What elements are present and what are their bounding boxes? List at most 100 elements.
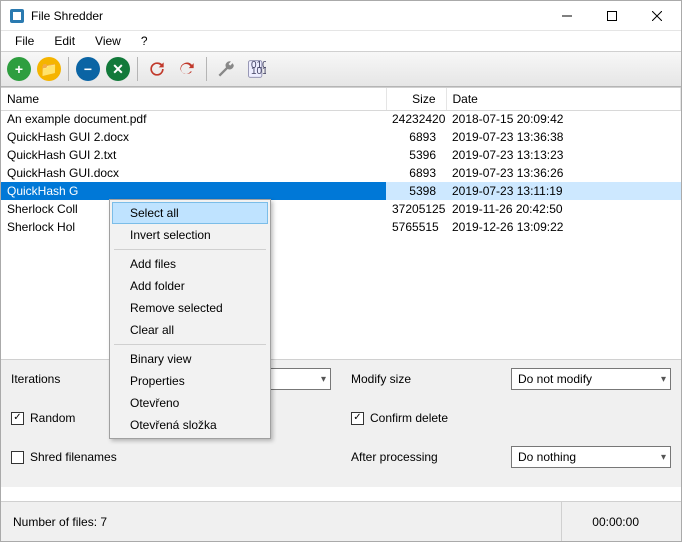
folder-icon: 📁 [37,57,61,81]
minus-icon: − [76,57,100,81]
cell-date: 2019-07-23 13:36:26 [446,164,681,182]
table-row[interactable]: Sherlock Hol57655152019-12-26 13:09:22 [1,218,681,236]
app-icon [9,8,25,24]
cell-size: 6893 [386,128,446,146]
confirm-delete-row[interactable]: Confirm delete [351,407,671,429]
shred-filenames-checkbox[interactable] [11,451,24,464]
file-list[interactable]: Name Size Date An example document.pdf24… [1,87,681,359]
confirm-delete-label: Confirm delete [370,411,448,425]
chevron-down-icon: ▾ [661,452,666,463]
modify-size-value: Do not modify [518,372,592,386]
titlebar: File Shredder [1,1,681,31]
column-headers[interactable]: Name Size Date [1,88,681,110]
options-panel: Iterations ▾ Modify size Do not modify ▾… [1,359,681,487]
ctx-binary-view[interactable]: Binary view [112,348,268,370]
ctx-select-all[interactable]: Select all [112,202,268,224]
iterations-label: Iterations [11,372,60,386]
toolbar-separator [206,57,207,81]
random-data-label: Random [30,411,75,425]
cell-date: 2019-07-23 13:11:19 [446,182,681,200]
maximize-button[interactable] [589,2,634,30]
table-row[interactable]: QuickHash GUI 2.txt53962019-07-23 13:13:… [1,146,681,164]
table-row[interactable]: QuickHash GUI.docx68932019-07-23 13:36:2… [1,164,681,182]
tool-add-folder[interactable]: 📁 [35,55,63,83]
tool-refresh-alt[interactable] [173,55,201,83]
cell-size: 24232420 [386,110,446,128]
ctx-separator [114,249,266,250]
modify-size-row: Modify size Do not modify ▾ [351,368,671,390]
cell-name: QuickHash GUI.docx [1,164,386,182]
context-menu: Select all Invert selection Add files Ad… [109,199,271,439]
menu-view[interactable]: View [85,32,131,50]
toolbar-separator [68,57,69,81]
toolbar: + 📁 − ✕ 010101 [1,51,681,87]
cell-size: 6893 [386,164,446,182]
wrench-icon [216,59,236,79]
modify-size-select[interactable]: Do not modify ▾ [511,368,671,390]
cell-date: 2019-12-26 13:09:22 [446,218,681,236]
confirm-delete-checkbox[interactable] [351,412,364,425]
toolbar-separator [137,57,138,81]
close-button[interactable] [634,2,679,30]
chevron-down-icon: ▾ [321,374,326,385]
cell-date: 2019-11-26 20:42:50 [446,200,681,218]
ctx-properties[interactable]: Properties [112,370,268,392]
ctx-open[interactable]: Otevřeno [112,392,268,414]
modify-size-label: Modify size [351,372,411,386]
cell-size: 5396 [386,146,446,164]
cell-size: 5765515 [386,218,446,236]
cell-size: 37205125 [386,200,446,218]
ctx-remove-selected[interactable]: Remove selected [112,297,268,319]
tool-remove-selected[interactable]: − [74,55,102,83]
cell-date: 2018-07-15 20:09:42 [446,110,681,128]
x-icon: ✕ [106,57,130,81]
cell-name: QuickHash GUI 2.docx [1,128,386,146]
after-processing-select[interactable]: Do nothing ▾ [511,446,671,468]
cell-date: 2019-07-23 13:36:38 [446,128,681,146]
cell-name: QuickHash G [1,182,386,200]
refresh-alt-icon [177,59,197,79]
cell-date: 2019-07-23 13:13:23 [446,146,681,164]
after-processing-value: Do nothing [518,450,576,464]
cell-name: An example document.pdf [1,110,386,128]
plus-icon: + [7,57,31,81]
shred-filenames-label: Shred filenames [30,450,117,464]
window-title: File Shredder [31,9,544,23]
tool-clear-all[interactable]: ✕ [104,55,132,83]
ctx-clear-all[interactable]: Clear all [112,319,268,341]
after-processing-row: After processing Do nothing ▾ [351,446,671,468]
table-row[interactable]: Sherlock Coll372051252019-11-26 20:42:50 [1,200,681,218]
menu-file[interactable]: File [5,32,44,50]
ctx-separator [114,344,266,345]
after-processing-label: After processing [351,450,438,464]
tool-settings[interactable] [212,55,240,83]
ctx-open-folder[interactable]: Otevřená složka [112,414,268,436]
table-row[interactable]: An example document.pdf242324202018-07-1… [1,110,681,128]
tool-refresh[interactable] [143,55,171,83]
file-count: Number of files: 7 [13,515,107,529]
ctx-add-folder[interactable]: Add folder [112,275,268,297]
menu-help[interactable]: ? [131,32,158,50]
tool-add-files[interactable]: + [5,55,33,83]
col-name[interactable]: Name [1,88,386,110]
random-data-checkbox[interactable] [11,412,24,425]
ctx-add-files[interactable]: Add files [112,253,268,275]
ctx-invert-selection[interactable]: Invert selection [112,224,268,246]
shred-filenames-row[interactable]: Shred filenames [11,446,331,468]
table-row[interactable]: QuickHash G53982019-07-23 13:11:19 [1,182,681,200]
menu-edit[interactable]: Edit [44,32,85,50]
tool-binary-view[interactable]: 010101 [242,55,270,83]
binary-icon: 010101 [246,59,266,79]
status-bar: Number of files: 7 00:00:00 [1,501,681,541]
timer: 00:00:00 [561,502,669,541]
refresh-icon [147,59,167,79]
col-date[interactable]: Date [446,88,681,110]
cell-name: QuickHash GUI 2.txt [1,146,386,164]
table-row[interactable]: QuickHash GUI 2.docx68932019-07-23 13:36… [1,128,681,146]
col-size[interactable]: Size [386,88,446,110]
chevron-down-icon: ▾ [661,374,666,385]
svg-text:101: 101 [251,66,266,77]
menubar: File Edit View ? [1,31,681,51]
minimize-button[interactable] [544,2,589,30]
cell-size: 5398 [386,182,446,200]
